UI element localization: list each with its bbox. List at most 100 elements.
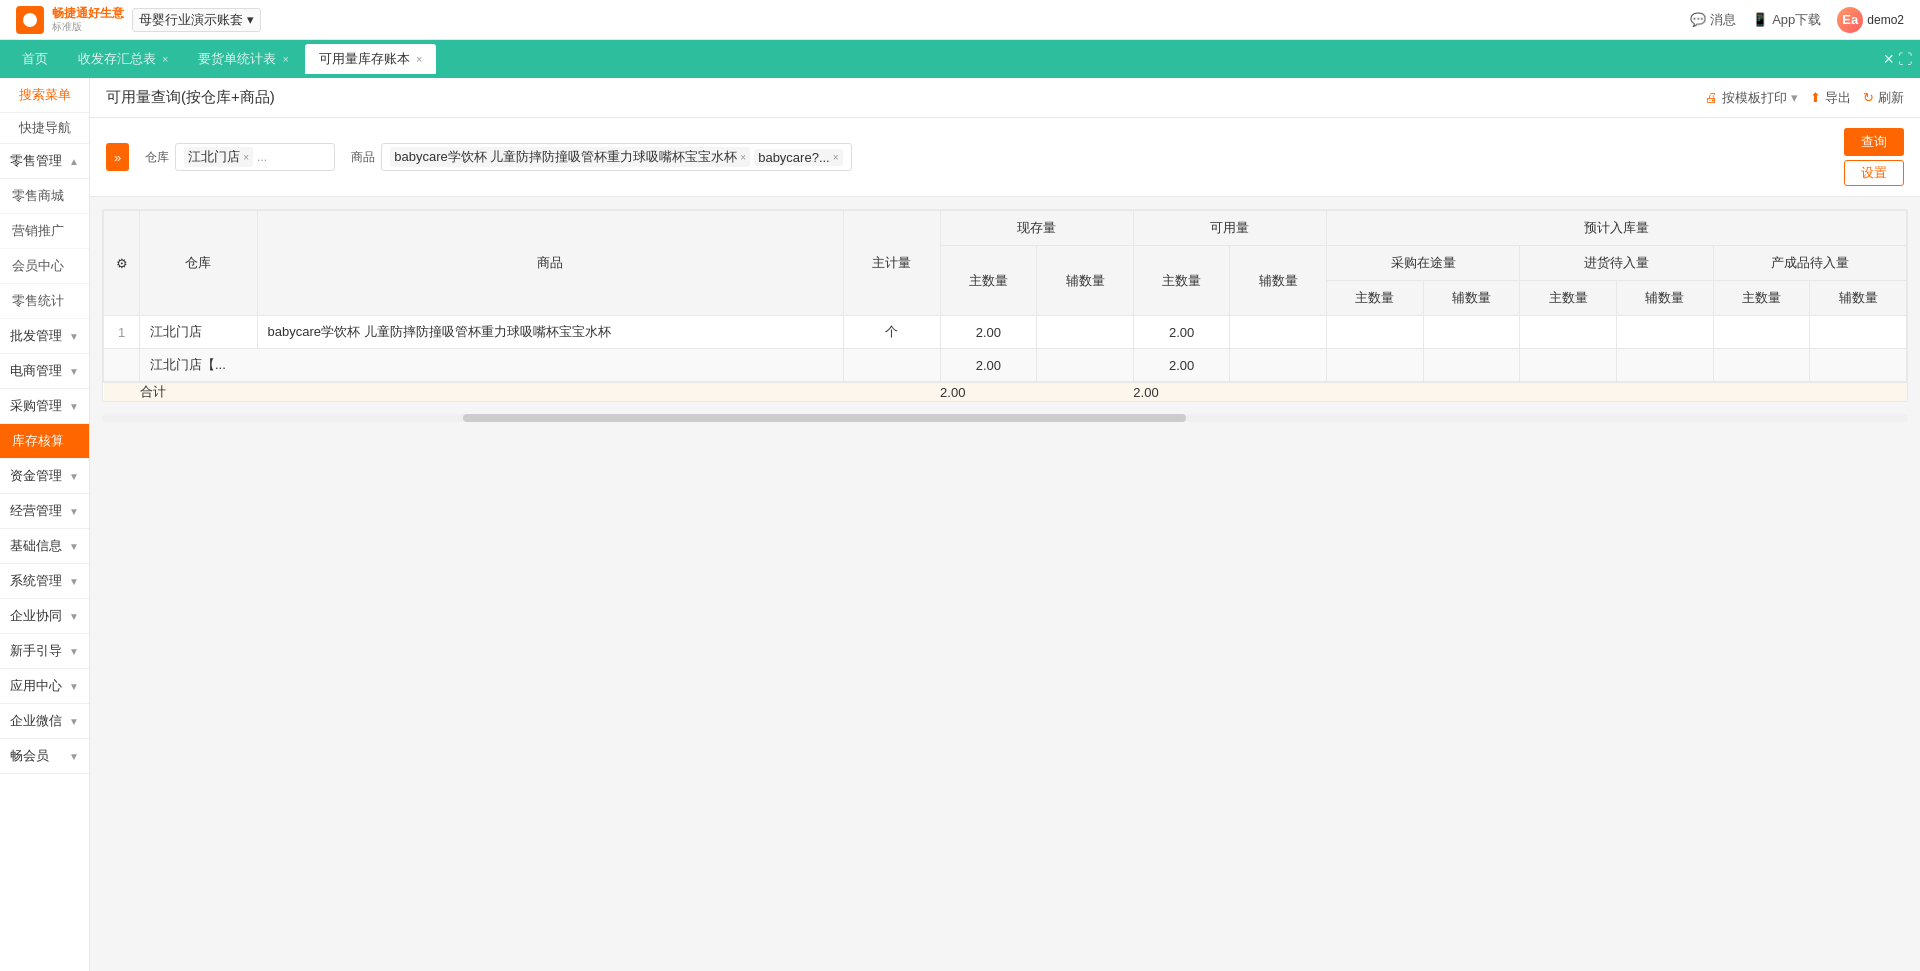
chevron-down-icon: ▼: [69, 401, 79, 412]
product-tag-0: babycare学饮杯 儿童防摔防撞吸管杯重力球吸嘴杯宝宝水杯 ×: [390, 147, 750, 167]
sidebar-section-enterprise-collab[interactable]: 企业协同 ▼: [0, 599, 89, 634]
row-stock-main: 2.00: [940, 316, 1037, 349]
th-product-pending-aux: 辅数量: [1810, 281, 1907, 316]
chevron-down-icon: ▼: [69, 716, 79, 727]
row-stock-aux: [1037, 316, 1134, 349]
sidebar-section-finance-mgmt[interactable]: 资金管理 ▼: [0, 459, 89, 494]
product-label: 商品: [351, 149, 375, 166]
th-purchase-pending-aux: 辅数量: [1616, 281, 1713, 316]
tab-close-all-button[interactable]: ×: [1883, 49, 1894, 70]
page-header: 可用量查询(按仓库+商品) 🖨 按模板打印 ▾ ⬆ 导出 ↻ 刷新: [90, 78, 1920, 118]
row-purchase-transit-main: [1327, 316, 1424, 349]
refresh-button[interactable]: ↻ 刷新: [1863, 89, 1904, 107]
chevron-down-icon: ▾: [247, 12, 254, 27]
product-filter: 商品 babycare学饮杯 儿童防摔防撞吸管杯重力球吸嘴杯宝宝水杯 × bab…: [351, 143, 851, 171]
download-icon: 📱: [1752, 12, 1768, 27]
message-button[interactable]: 💬 消息: [1690, 11, 1736, 29]
export-button[interactable]: ⬆ 导出: [1810, 89, 1851, 107]
sidebar-section-vip-member[interactable]: 畅会员 ▼: [0, 739, 89, 774]
sidebar-section-basic-info[interactable]: 基础信息 ▼: [0, 529, 89, 564]
filter-actions: 查询 设置: [1844, 128, 1904, 186]
page-title: 可用量查询(按仓库+商品): [106, 88, 275, 107]
settings-icon: ⚙: [116, 256, 128, 271]
query-button[interactable]: 查询: [1844, 128, 1904, 156]
th-warehouse: 仓库: [140, 211, 258, 316]
warehouse-tag-remove-0[interactable]: ×: [243, 152, 249, 163]
warehouse-more[interactable]: ...: [257, 150, 267, 164]
th-purchase-pending-main: 主数量: [1520, 281, 1617, 316]
app-subtitle: 标准版: [52, 21, 124, 33]
export-icon: ⬆: [1810, 90, 1821, 105]
th-product-pending-main: 主数量: [1713, 281, 1810, 316]
warehouse-label: 仓库: [145, 149, 169, 166]
sidebar-section-ecommerce-mgmt[interactable]: 电商管理 ▼: [0, 354, 89, 389]
main-layout: 搜索菜单 快捷导航 零售管理 ▲ 零售商城 营销推广 会员中心 零售统计 批发管…: [0, 78, 1920, 971]
print-icon: 🖨: [1705, 90, 1718, 105]
chevron-down-icon: ▼: [69, 611, 79, 622]
tab-receipt-summary[interactable]: 收发存汇总表 ×: [64, 44, 182, 74]
row-purchase-pending-main: [1520, 316, 1617, 349]
horizontal-scrollbar[interactable]: [102, 414, 1908, 422]
chevron-down-icon: ▼: [69, 646, 79, 657]
tab-available-inventory[interactable]: 可用量库存账本 ×: [305, 44, 436, 74]
setting-button[interactable]: 设置: [1844, 160, 1904, 186]
row-product-pending-aux: [1810, 316, 1907, 349]
warehouse-input[interactable]: 江北门店 × ...: [175, 143, 335, 171]
sidebar-item-retail-mall[interactable]: 零售商城: [0, 179, 89, 214]
print-by-template-button[interactable]: 🖨 按模板打印 ▾: [1705, 89, 1798, 107]
product-tag-remove-1[interactable]: ×: [833, 152, 839, 163]
top-bar-right: 💬 消息 📱 App下载 Ea demo2: [1690, 7, 1904, 33]
message-icon: 💬: [1690, 12, 1706, 27]
user-profile[interactable]: Ea demo2: [1837, 7, 1904, 33]
tab-close-order-stats[interactable]: ×: [282, 53, 288, 65]
tab-home[interactable]: 首页: [8, 44, 62, 74]
tab-order-stats[interactable]: 要货单统计表 ×: [184, 44, 302, 74]
sidebar-section-system-mgmt[interactable]: 系统管理 ▼: [0, 564, 89, 599]
industry-selector[interactable]: 母婴行业演示账套 ▾: [132, 8, 261, 32]
th-purchase-transit: 采购在途量: [1327, 246, 1520, 281]
sidebar-search[interactable]: 搜索菜单: [0, 78, 89, 113]
th-product-pending: 产成品待入量: [1713, 246, 1906, 281]
th-purchase-transit-aux: 辅数量: [1423, 281, 1520, 316]
app-download-button[interactable]: 📱 App下载: [1752, 11, 1821, 29]
sidebar-section-purchase-mgmt[interactable]: 采购管理 ▼: [0, 389, 89, 424]
product-input[interactable]: babycare学饮杯 儿童防摔防撞吸管杯重力球吸嘴杯宝宝水杯 × babyca…: [381, 143, 851, 171]
group-row: 江北门店【... 2.00 2.00: [104, 349, 1907, 383]
th-avail-aux: 辅数量: [1230, 246, 1327, 316]
tab-close-receipt-summary[interactable]: ×: [162, 53, 168, 65]
sidebar-section-retail-mgmt[interactable]: 零售管理 ▲: [0, 144, 89, 179]
inventory-table: ⚙ 仓库 商品 主计量 现存量 可用量 预计入库量 主数量 辅数量: [103, 210, 1907, 401]
chevron-down-icon: ▼: [69, 576, 79, 587]
chevron-down-icon: ▾: [1791, 90, 1798, 105]
th-purchase-pending: 进货待入量: [1520, 246, 1713, 281]
tab-bar: 首页 收发存汇总表 × 要货单统计表 × 可用量库存账本 × × ⛶: [0, 40, 1920, 78]
tab-close-available-inventory[interactable]: ×: [416, 53, 422, 65]
group-avail-main: 2.00: [1133, 349, 1230, 383]
th-product: 商品: [257, 211, 843, 316]
sidebar-section-wholesale-mgmt[interactable]: 批发管理 ▼: [0, 319, 89, 354]
sidebar-item-marketing[interactable]: 营销推广: [0, 214, 89, 249]
sidebar-section-app-center[interactable]: 应用中心 ▼: [0, 669, 89, 704]
filter-expand-button[interactable]: »: [106, 143, 129, 171]
top-bar-left: 畅捷通好生意 标准版 母婴行业演示账套 ▾: [16, 6, 261, 34]
sidebar-item-inventory-mgmt[interactable]: 库存核算: [0, 424, 89, 459]
sidebar-section-new-guide[interactable]: 新手引导 ▼: [0, 634, 89, 669]
tab-expand-button[interactable]: ⛶: [1898, 51, 1912, 67]
product-tag-remove-0[interactable]: ×: [740, 152, 746, 163]
username-label: demo2: [1867, 13, 1904, 27]
row-warehouse: 江北门店: [140, 316, 258, 349]
sidebar-item-retail-stats[interactable]: 零售统计: [0, 284, 89, 319]
sidebar-section-ops-mgmt[interactable]: 经营管理 ▼: [0, 494, 89, 529]
th-available: 可用量: [1133, 211, 1326, 246]
th-settings[interactable]: ⚙: [104, 211, 140, 316]
table-container: ⚙ 仓库 商品 主计量 现存量 可用量 预计入库量 主数量 辅数量: [90, 197, 1920, 971]
chevron-down-icon: ▼: [69, 506, 79, 517]
footer-stock-main: 2.00: [940, 382, 1037, 401]
row-avail-aux: [1230, 316, 1327, 349]
chevron-down-icon: ▼: [69, 751, 79, 762]
sidebar-section-enterprise-wechat[interactable]: 企业微信 ▼: [0, 704, 89, 739]
page-actions: 🖨 按模板打印 ▾ ⬆ 导出 ↻ 刷新: [1705, 89, 1904, 107]
sidebar-quick-nav[interactable]: 快捷导航: [0, 113, 89, 144]
sidebar-item-member-center[interactable]: 会员中心: [0, 249, 89, 284]
footer-total-row: 合计 2.00 2.00: [104, 382, 1907, 401]
